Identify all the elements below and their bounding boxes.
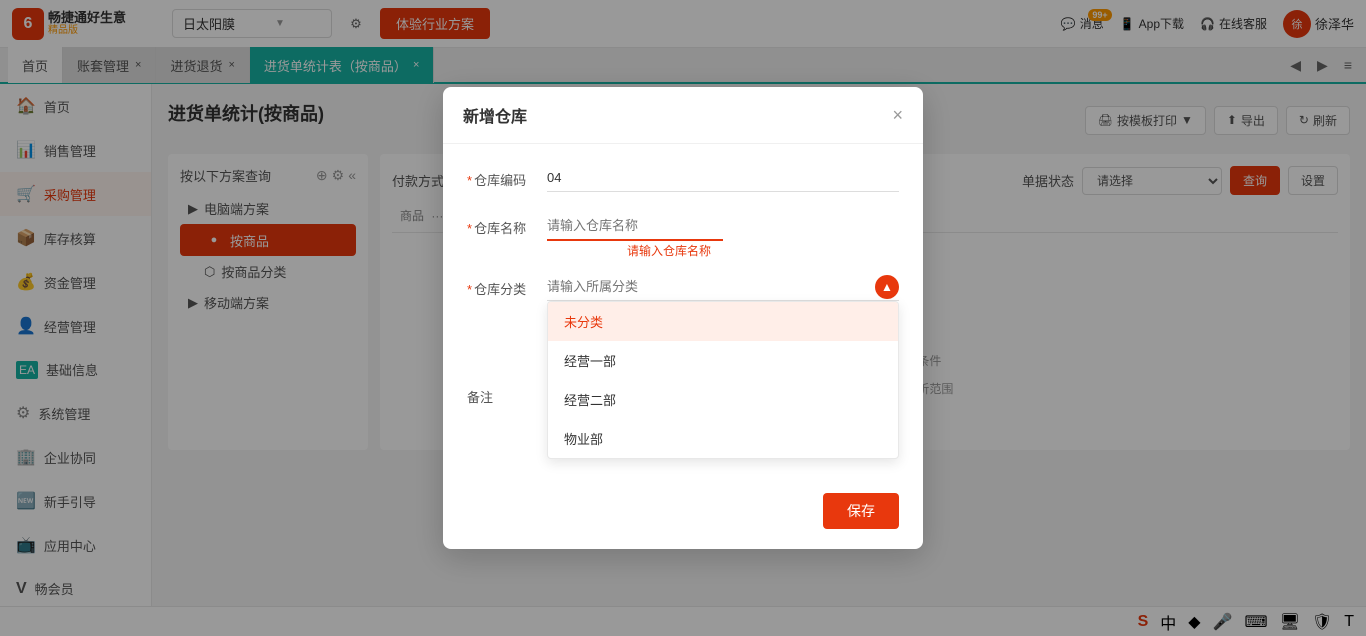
category-select-wrapper: ▲ 未分类 经营一部 经营二部 物业部 — [547, 273, 899, 301]
new-warehouse-dialog: 新增仓库 × 仓库编码 仓库名称 请输入仓库名称 仓库分类 — [443, 87, 923, 549]
category-input[interactable] — [547, 273, 899, 301]
dialog-title: 新增仓库 — [463, 103, 527, 127]
name-label: 仓库名称 — [467, 212, 547, 237]
category-dropdown: 未分类 经营一部 经营二部 物业部 — [547, 301, 899, 459]
dialog-overlay: 新增仓库 × 仓库编码 仓库名称 请输入仓库名称 仓库分类 — [0, 0, 1366, 636]
dropdown-item-none[interactable]: 未分类 — [548, 302, 898, 341]
name-error-msg: 请输入仓库名称 — [627, 242, 711, 259]
form-row-category: 仓库分类 ▲ 未分类 经营一部 经营二部 物业部 — [467, 273, 899, 301]
dialog-footer: 保存 — [443, 481, 923, 549]
save-button[interactable]: 保存 — [823, 493, 899, 529]
category-dropdown-toggle[interactable]: ▲ — [875, 275, 899, 299]
dialog-header: 新增仓库 × — [443, 87, 923, 144]
code-label: 仓库编码 — [467, 164, 547, 189]
note-label: 备注 — [467, 381, 547, 406]
dropdown-item-dept2[interactable]: 经营二部 — [548, 380, 898, 419]
dropdown-item-property[interactable]: 物业部 — [548, 419, 898, 458]
dropdown-item-dept1[interactable]: 经营一部 — [548, 341, 898, 380]
dialog-body: 仓库编码 仓库名称 请输入仓库名称 仓库分类 ▲ 未分类 — [443, 144, 923, 481]
category-label: 仓库分类 — [467, 273, 547, 298]
code-input[interactable] — [547, 164, 899, 192]
form-row-code: 仓库编码 — [467, 164, 899, 192]
dialog-close-button[interactable]: × — [892, 106, 903, 124]
name-input[interactable] — [547, 212, 723, 241]
form-row-name: 仓库名称 请输入仓库名称 — [467, 212, 899, 241]
